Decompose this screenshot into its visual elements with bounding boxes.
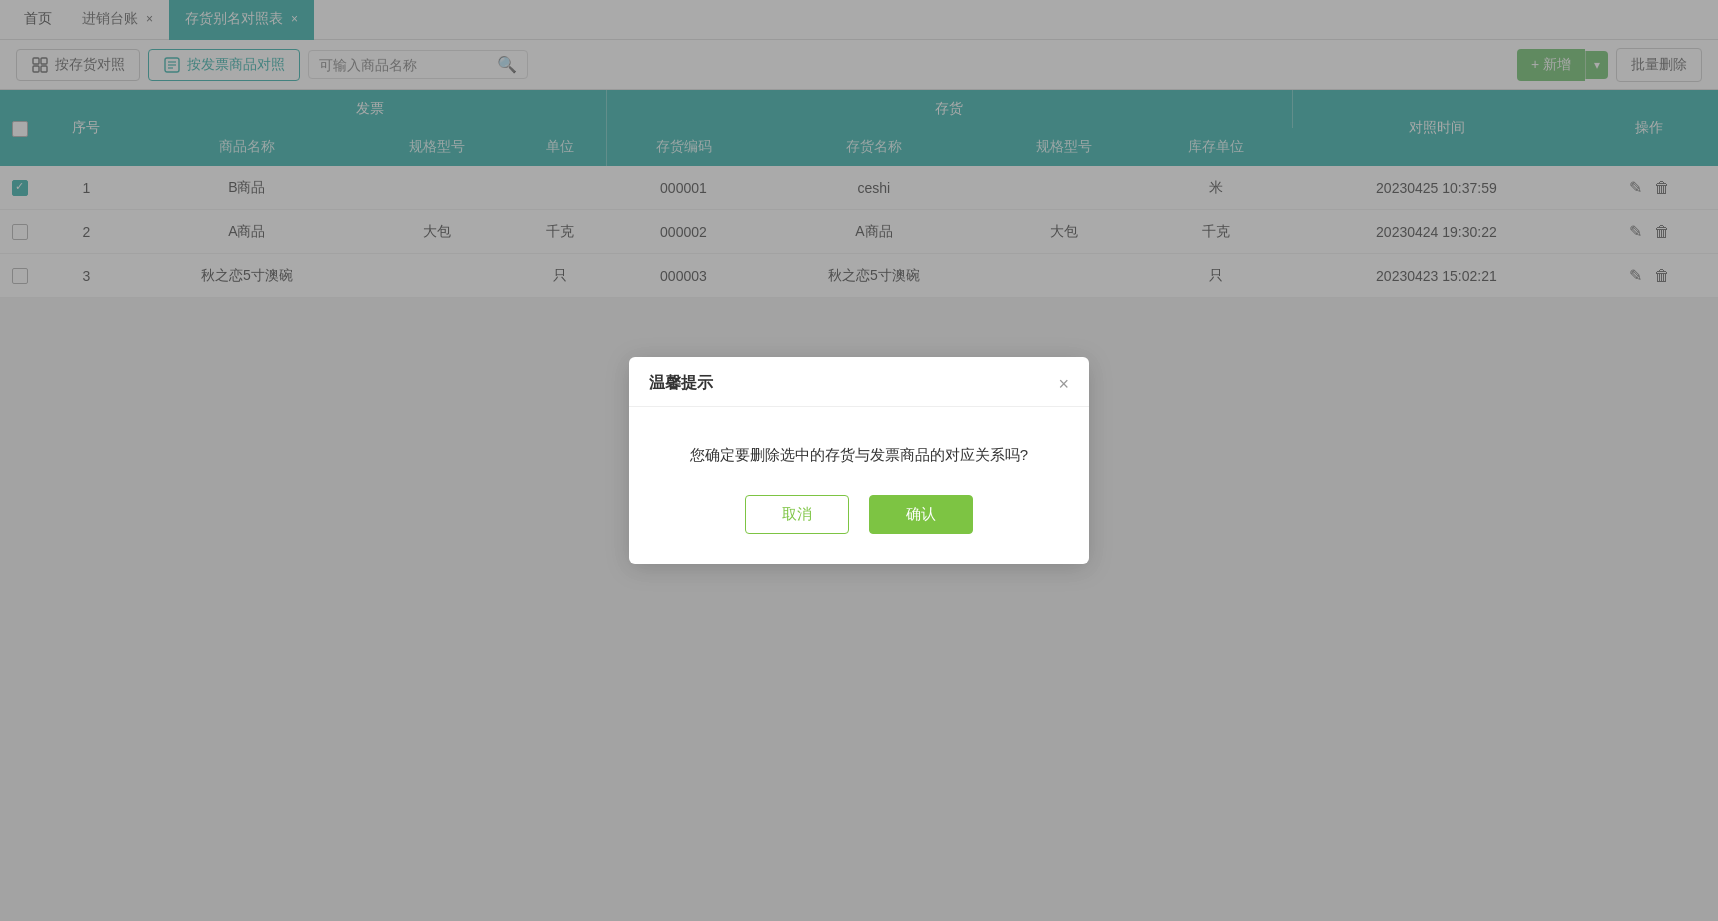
dialog-overlay: 温馨提示 × 您确定要删除选中的存货与发票商品的对应关系吗? 取消 确认: [0, 0, 1718, 298]
